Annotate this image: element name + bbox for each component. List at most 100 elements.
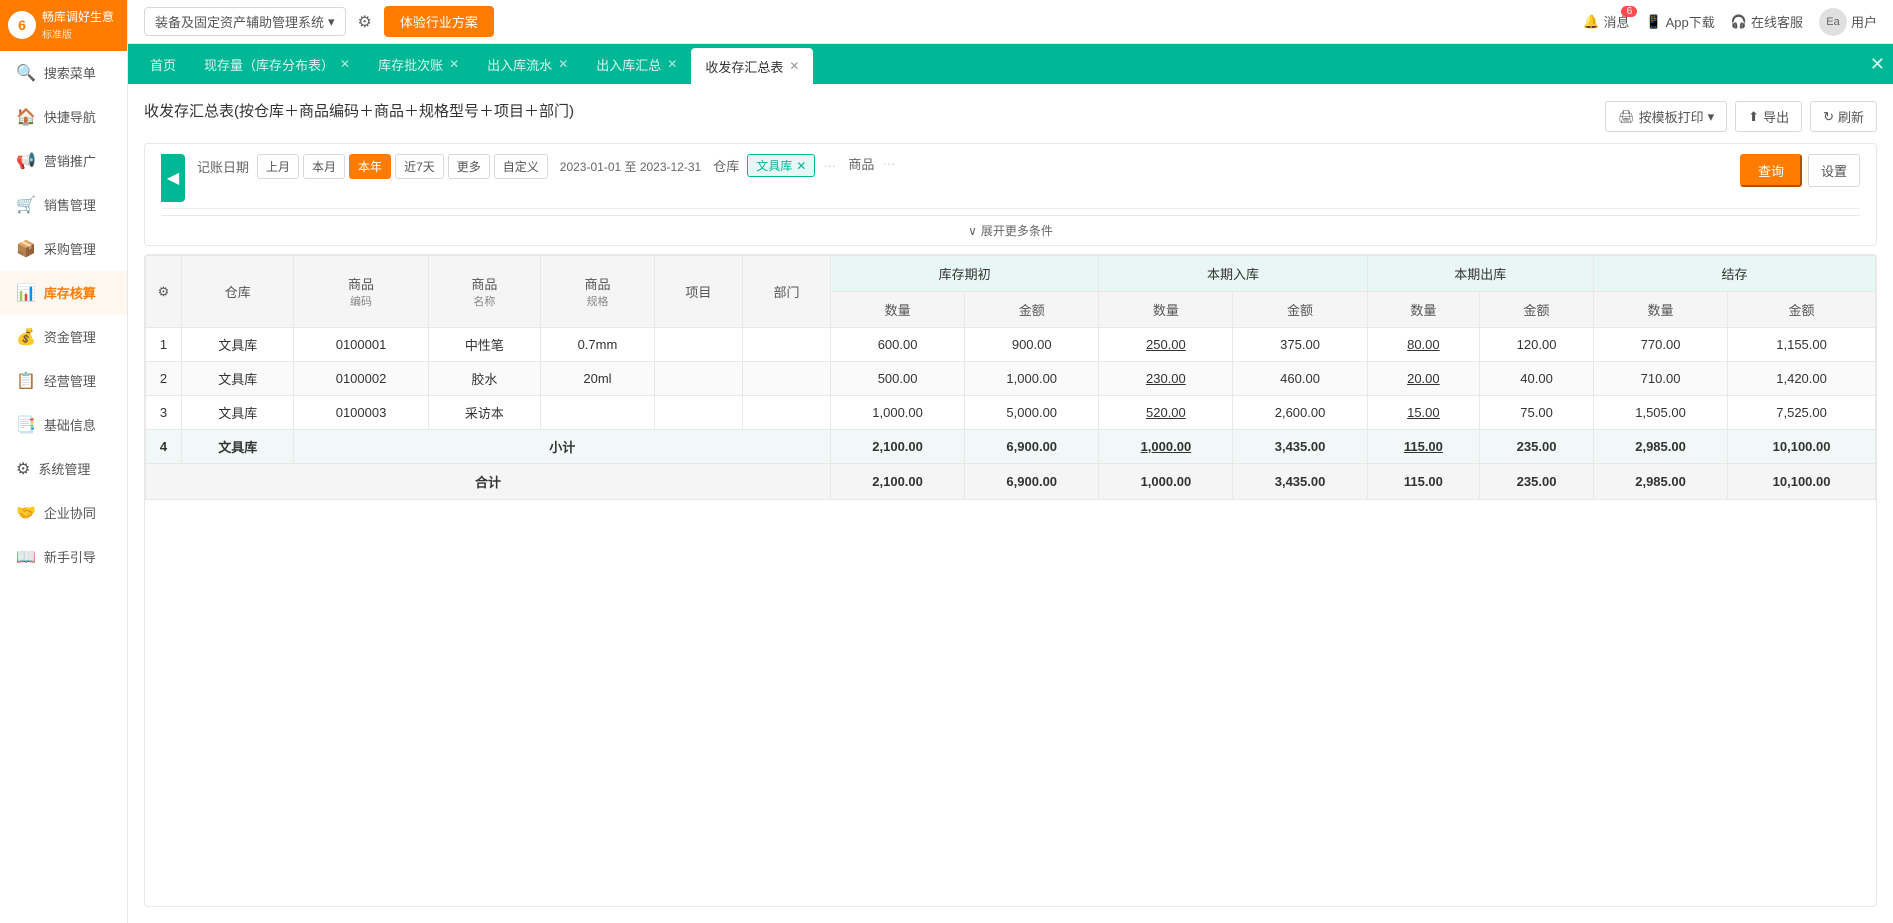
row-balance-amount: 1,420.00: [1728, 362, 1876, 396]
export-button[interactable]: ⬆ 导出: [1735, 101, 1802, 132]
chevron-down-icon: ▾: [328, 14, 335, 30]
tab-receive-send-summary[interactable]: 收发存汇总表✕: [691, 48, 813, 84]
col-opening-qty: 数量: [831, 292, 965, 328]
col-group-in: 本期入库: [1099, 256, 1367, 292]
subtotal-out-qty[interactable]: 115.00: [1367, 430, 1480, 464]
date-option-上月[interactable]: 上月: [257, 154, 299, 179]
table-settings-col[interactable]: ⚙: [146, 256, 182, 328]
settings-icon[interactable]: ⚙: [358, 12, 372, 32]
filter-settings-button[interactable]: 设置: [1808, 154, 1860, 187]
online-support-button[interactable]: 🎧 在线客服: [1731, 12, 1803, 31]
sidebar-item-sales[interactable]: 🛒销售管理: [0, 183, 127, 227]
sidebar-item-label: 基础信息: [44, 415, 96, 434]
row-department: [742, 328, 830, 362]
row-product-spec: 0.7mm: [541, 328, 655, 362]
cooperation-icon: 🤝: [16, 503, 36, 523]
row-department: [742, 362, 830, 396]
table-footer-row: 合计 2,100.00 6,900.00 1,000.00 3,435.00 1…: [146, 464, 1876, 500]
sidebar-item-guide[interactable]: 📖新手引导: [0, 535, 127, 579]
sidebar-item-operations[interactable]: 📋经营管理: [0, 359, 127, 403]
tab-close-icon[interactable]: ✕: [449, 57, 459, 71]
date-option-本年[interactable]: 本年: [349, 154, 391, 179]
sidebar-item-search[interactable]: 🔍搜索菜单: [0, 51, 127, 95]
printer-icon: 🖨: [1618, 109, 1635, 125]
tab-label: 库存批次账: [378, 55, 443, 74]
col-balance-amount: 金额: [1728, 292, 1876, 328]
sidebar-item-quick-nav[interactable]: 🏠快捷导航: [0, 95, 127, 139]
close-all-tabs-icon[interactable]: ✕: [1870, 54, 1885, 75]
row-out-qty[interactable]: 15.00: [1367, 396, 1480, 430]
sidebar-item-label: 库存核算: [44, 283, 96, 302]
sidebar-item-inventory[interactable]: 📊库存核算: [0, 271, 127, 315]
tab-close-icon[interactable]: ✕: [558, 57, 568, 71]
expand-filter-button[interactable]: ∨ 展开更多条件: [161, 215, 1860, 245]
row-opening-qty: 500.00: [831, 362, 965, 396]
sidebar-item-label: 系统管理: [38, 459, 90, 478]
sidebar-item-cooperation[interactable]: 🤝企业协同: [0, 491, 127, 535]
subtotal-balance-qty: 2,985.00: [1593, 430, 1727, 464]
sidebar-item-marketing[interactable]: 📢 营销推广: [0, 139, 127, 183]
row-department: [742, 396, 830, 430]
page-title: 收发存汇总表(按仓库＋商品编码＋商品＋规格型号＋项目＋部门): [144, 100, 574, 121]
footer-in-qty: 1,000.00: [1099, 464, 1233, 500]
messages-button[interactable]: 🔔 消息 6: [1583, 12, 1629, 31]
col-in-qty: 数量: [1099, 292, 1233, 328]
col-product-name: 商品名称: [428, 256, 540, 328]
sidebar-item-label: 营销推广: [44, 151, 96, 170]
sidebar-item-finance[interactable]: 💰资金管理: [0, 315, 127, 359]
row-out-qty[interactable]: 20.00: [1367, 362, 1480, 396]
row-balance-qty: 710.00: [1593, 362, 1727, 396]
system-selector[interactable]: 装备及固定资产辅助管理系统 ▾: [144, 7, 346, 36]
user-button[interactable]: Ea 用户: [1819, 8, 1877, 36]
sidebar-item-label: 采购管理: [44, 239, 96, 258]
purchase-icon: 📦: [16, 239, 36, 259]
row-out-amount: 120.00: [1480, 328, 1594, 362]
refresh-button[interactable]: ↻ 刷新: [1810, 101, 1877, 132]
app-download-button[interactable]: 📱 App下载: [1645, 12, 1714, 31]
tab-inventory-dist[interactable]: 现存量（库存分布表）✕: [190, 44, 364, 84]
trial-button[interactable]: 体验行业方案: [384, 6, 494, 37]
warehouse-tag-close-icon[interactable]: ✕: [796, 159, 806, 173]
sidebar-item-purchase[interactable]: 📦 采购管理: [0, 227, 127, 271]
date-option-自定义[interactable]: 自定义: [494, 154, 548, 179]
row-warehouse: 文具库: [182, 396, 294, 430]
footer-in-amount: 3,435.00: [1233, 464, 1367, 500]
export-icon: ⬆: [1748, 109, 1759, 125]
sidebar-item-basic[interactable]: 📑基础信息: [0, 403, 127, 447]
row-in-amount: 375.00: [1233, 328, 1367, 362]
product-filter-ellipsis[interactable]: ···: [882, 156, 895, 171]
subtotal-label: 小计: [294, 430, 831, 464]
marketing-icon: 📢: [16, 151, 36, 171]
row-project: [654, 328, 742, 362]
tab-home[interactable]: 首页: [136, 44, 190, 84]
subtotal-in-qty[interactable]: 1,000.00: [1099, 430, 1233, 464]
tab-close-icon[interactable]: ✕: [667, 57, 677, 71]
warehouse-filter-label: 仓库: [713, 156, 739, 175]
tab-label: 首页: [150, 55, 176, 74]
refresh-icon: ↻: [1823, 109, 1834, 125]
row-out-qty[interactable]: 80.00: [1367, 328, 1480, 362]
filter-toggle-arrow[interactable]: ◀: [161, 154, 185, 202]
date-option-本月[interactable]: 本月: [303, 154, 345, 179]
date-option-近7天[interactable]: 近7天: [395, 154, 444, 179]
col-warehouse: 仓库: [182, 256, 294, 328]
query-button[interactable]: 查询: [1740, 154, 1802, 187]
warehouse-filter-ellipsis[interactable]: ···: [823, 158, 836, 173]
tab-inout-summary[interactable]: 出入库汇总✕: [582, 44, 691, 84]
row-opening-qty: 600.00: [831, 328, 965, 362]
footer-out-amount: 235.00: [1480, 464, 1594, 500]
tab-batch-voucher[interactable]: 库存批次账 ✕: [364, 44, 473, 84]
tab-inout-flow[interactable]: 出入库流水✕: [473, 44, 582, 84]
row-in-qty[interactable]: 250.00: [1099, 328, 1233, 362]
row-project: [654, 362, 742, 396]
sidebar-item-system[interactable]: ⚙系统管理: [0, 447, 127, 491]
tab-close-icon[interactable]: ✕: [789, 59, 799, 73]
date-option-更多[interactable]: 更多: [448, 154, 490, 179]
print-button[interactable]: 🖨 按模板打印 ▾: [1605, 101, 1727, 132]
tab-close-icon[interactable]: ✕: [340, 57, 350, 71]
row-in-qty[interactable]: 520.00: [1099, 396, 1233, 430]
col-group-balance: 结存: [1593, 256, 1875, 292]
row-in-qty[interactable]: 230.00: [1099, 362, 1233, 396]
row-opening-amount: 900.00: [965, 328, 1099, 362]
row-product-name: 胶水: [428, 362, 540, 396]
